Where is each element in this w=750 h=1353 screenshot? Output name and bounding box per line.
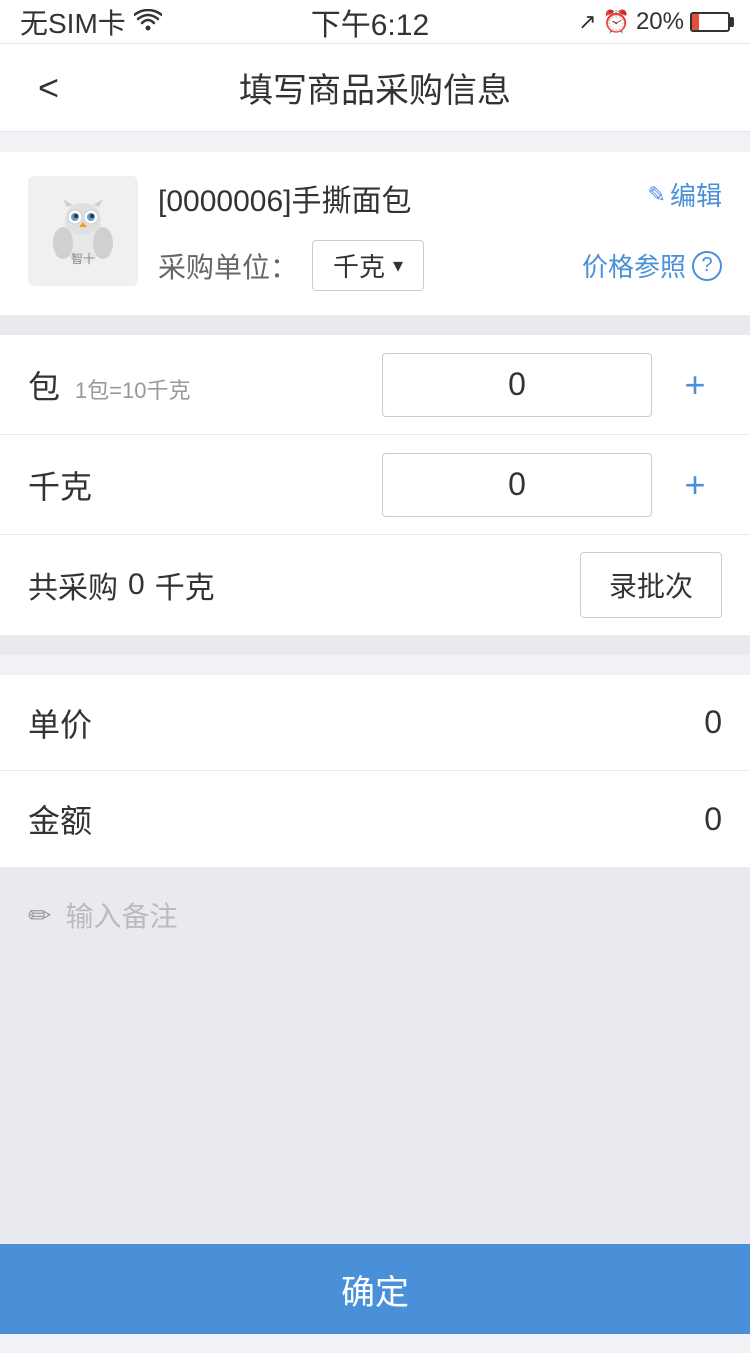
summary-prefix: 共采购: [28, 563, 118, 607]
svg-text:智十: 智十: [71, 251, 95, 266]
product-header: [0000006]手撕面包 ✎ 编辑: [158, 176, 722, 220]
product-image: 智十: [28, 176, 138, 286]
divider-1: [0, 315, 750, 335]
unit-price-row: 单价 0: [0, 675, 750, 771]
content-spacer: [0, 963, 750, 1263]
product-card: 智十 [0000006]手撕面包 ✎ 编辑 采购单位： 千克 ▾: [0, 152, 750, 315]
main-content: 智十 [0000006]手撕面包 ✎ 编辑 采购单位： 千克 ▾: [0, 152, 750, 1353]
kg-input-row: 千克 0 +: [0, 435, 750, 535]
status-carrier: 无SIM卡: [20, 2, 162, 42]
wifi-icon: [134, 6, 162, 38]
back-button[interactable]: <: [28, 57, 69, 119]
amount-label: 金额: [28, 796, 92, 842]
summary-unit: 千克: [155, 563, 215, 607]
edit-button[interactable]: ✎ 编辑: [648, 176, 722, 213]
notes-section[interactable]: ✏ 输入备注: [0, 867, 750, 963]
unit-price-value: 0: [704, 704, 722, 741]
unit-price-label: 单价: [28, 700, 92, 746]
dropdown-icon: ▾: [393, 253, 403, 278]
status-bar: 无SIM卡 下午6:12 ↗ ⏰ 20%: [0, 0, 750, 44]
summary-value: 0: [128, 568, 145, 602]
battery-icon: [690, 12, 730, 32]
bag-input-row: 包 1包=10千克 0 +: [0, 335, 750, 435]
battery-percent: 20%: [636, 8, 684, 36]
kg-qty-input[interactable]: 0: [382, 453, 652, 517]
price-ref-button[interactable]: 价格参照 ?: [582, 247, 722, 284]
nav-bar: < 填写商品采购信息: [0, 44, 750, 132]
confirm-button[interactable]: 确定: [0, 1244, 750, 1334]
amount-value: 0: [704, 801, 722, 838]
product-name: [0000006]手撕面包: [158, 176, 648, 220]
status-indicators: ↗ ⏰ 20%: [578, 8, 730, 36]
pencil-icon: ✏: [28, 899, 51, 932]
summary-row: 共采购 0 千克 录批次: [0, 535, 750, 635]
page-title: 填写商品采购信息: [239, 63, 511, 112]
input-section: 包 1包=10千克 0 + 千克 0 +: [0, 335, 750, 535]
carrier-text: 无SIM卡: [20, 2, 126, 42]
status-time: 下午6:12: [311, 0, 429, 44]
edit-icon: ✎: [648, 182, 666, 208]
alarm-icon: ⏰: [603, 9, 630, 35]
unit-label: 采购单位：: [158, 246, 298, 286]
price-section: 单价 0 金额 0: [0, 675, 750, 867]
info-icon: ?: [692, 251, 722, 281]
amount-row: 金额 0: [0, 771, 750, 867]
notes-placeholder: 输入备注: [65, 895, 177, 935]
location-icon: ↗: [578, 9, 596, 35]
divider-2: [0, 635, 750, 655]
purchase-unit-row: 采购单位： 千克 ▾ 价格参照 ?: [158, 240, 722, 291]
bag-plus-button[interactable]: +: [668, 358, 722, 412]
record-batch-button[interactable]: 录批次: [580, 552, 722, 618]
product-info: [0000006]手撕面包 ✎ 编辑 采购单位： 千克 ▾ 价格参照 ?: [158, 176, 722, 291]
kg-plus-button[interactable]: +: [668, 458, 722, 512]
bag-label: 包 1包=10千克: [28, 362, 190, 408]
unit-selector[interactable]: 千克 ▾: [312, 240, 424, 291]
product-logo: 智十: [43, 191, 123, 271]
bag-qty-input[interactable]: 0: [382, 353, 652, 417]
kg-label: 千克: [28, 462, 148, 508]
